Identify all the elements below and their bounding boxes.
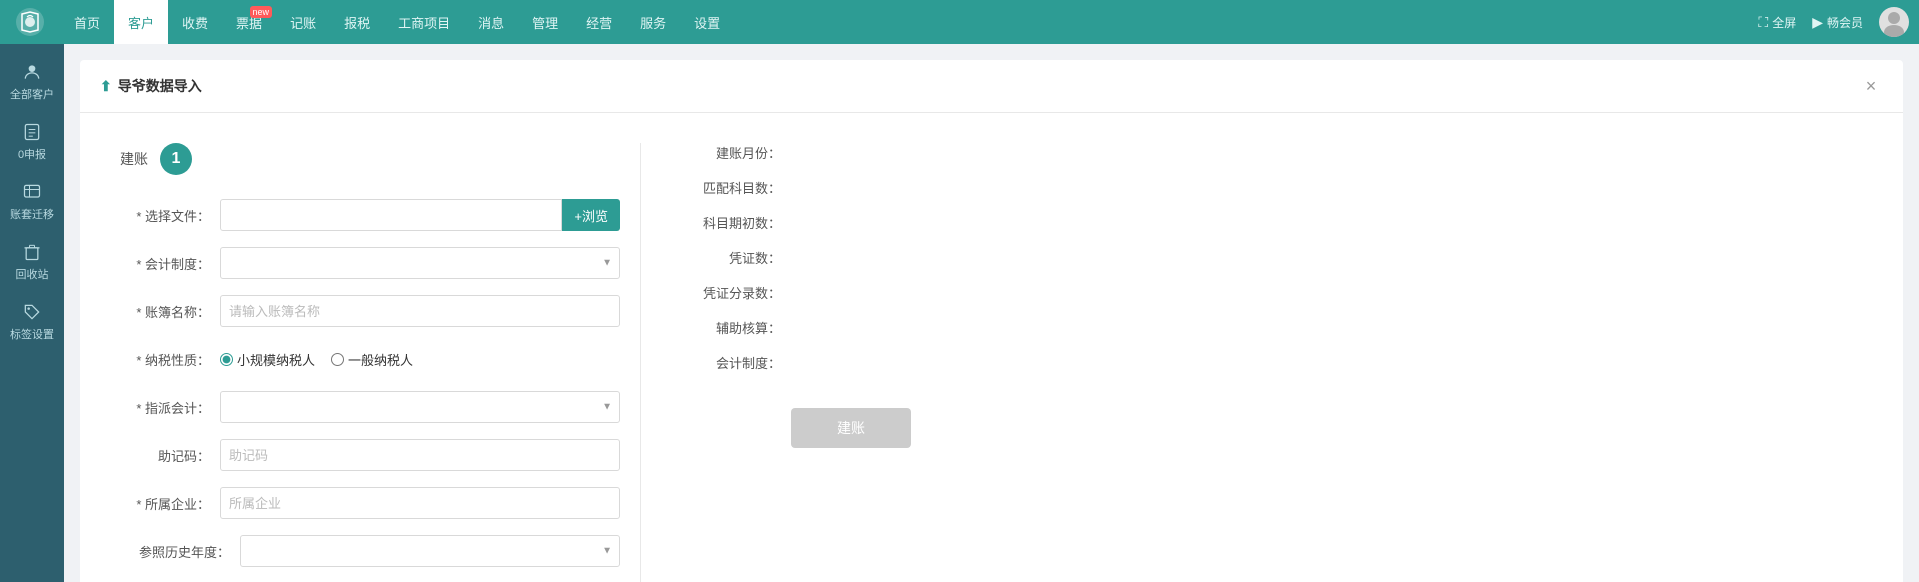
form-right: 建账月份： 匹配科目数： 科目期初数： 凭证数： 凭证分录数： [640,143,1863,582]
nav-home[interactable]: 首页 [60,0,114,44]
file-row: +浏览 [220,199,620,231]
panel-title: ⬆ 导爷数据导入 [100,76,202,96]
nav-business[interactable]: 工商项目 [384,0,464,44]
tax-type-radio-group: 小规模纳税人 一般纳税人 [220,343,413,375]
ledger-name-row: * 账簿名称： [120,295,620,327]
company-input[interactable] [220,487,620,519]
voucher-label: 凭证数： [681,248,781,267]
memo-label: 助记码： [120,446,210,465]
tax-option-small[interactable]: 小规模纳税人 [220,350,315,369]
account-system-row: * 会计制度： ▼ [120,247,620,279]
period-row: 科目期初数： [681,213,1863,232]
company-label: * 所属企业： [120,494,210,513]
match-label: 匹配科目数： [681,178,781,197]
import-icon: ⬆ [100,78,112,95]
ref-year-row: 参照历史年度： ▼ [120,535,620,567]
assign-accountant-select[interactable] [220,391,620,423]
file-label: * 选择文件： [120,206,210,225]
avatar[interactable] [1879,7,1909,37]
form-left: 建账 1 * 选择文件： +浏览 * 会计制度： [120,143,620,582]
build-account-button[interactable]: 建账 [791,408,911,448]
panel-header: ⬆ 导爷数据导入 × [80,60,1903,113]
panel: ⬆ 导爷数据导入 × 建账 1 * 选择文件： +浏览 [80,60,1903,582]
aux-label: 辅助核算： [681,318,781,337]
nav-invoices[interactable]: 票据 new [222,0,276,44]
ref-year-select[interactable] [240,535,620,567]
nav-fees[interactable]: 收费 [168,0,222,44]
ledger-name-label: * 账簿名称： [120,302,210,321]
logo [10,2,50,42]
ledger-name-input[interactable] [220,295,620,327]
file-select-row: * 选择文件： +浏览 [120,199,620,231]
match-row: 匹配科目数： [681,178,1863,197]
browse-button[interactable]: +浏览 [562,199,620,231]
accounting-row: 会计制度： [681,353,1863,372]
voucher-entries-row: 凭证分录数： [681,283,1863,302]
ref-year-label: 参照历史年度： [120,542,230,561]
form-container: 建账 1 * 选择文件： +浏览 * 会计制度： [80,113,1903,582]
tax-type-label: * 纳税性质： [120,350,210,369]
account-system-label: * 会计制度： [120,254,210,273]
tax-option-general[interactable]: 一般纳税人 [331,350,413,369]
nav-messages[interactable]: 消息 [464,0,518,44]
memo-row: 助记码： [120,439,620,471]
nav-tax[interactable]: 报税 [330,0,384,44]
assign-accountant-select-wrapper: ▼ [220,391,620,423]
fullscreen-btn[interactable]: ⛶ 全屏 [1758,14,1796,31]
nav-right: ⛶ 全屏 ▶ 畅会员 [1758,7,1909,37]
main-content: ⬆ 导爷数据导入 × 建账 1 * 选择文件： +浏览 [64,44,1919,582]
new-badge: new [250,6,273,18]
voucher-row: 凭证数： [681,248,1863,267]
month-label: 建账月份： [681,143,781,162]
sidebar: 全部客户 0申报 账套迁移 回收站 标签设置 [0,44,64,582]
close-button[interactable]: × [1859,74,1883,98]
memo-input[interactable] [220,439,620,471]
assign-accountant-row: * 指派会计： ▼ [120,391,620,423]
sidebar-item-tag-settings[interactable]: 标签设置 [2,294,62,350]
ref-year-select-wrapper: ▼ [240,535,620,567]
account-system-select[interactable] [220,247,620,279]
period-label: 科目期初数： [681,213,781,232]
file-input[interactable] [220,199,562,231]
assign-accountant-label: * 指派会计： [120,398,210,417]
step-circle: 1 [160,143,192,175]
tax-type-row: * 纳税性质： 小规模纳税人 一般纳税人 [120,343,620,375]
voucher-entries-label: 凭证分录数： [681,283,781,302]
tax-radio-small[interactable] [220,353,233,366]
vip-btn[interactable]: ▶ 畅会员 [1812,14,1863,31]
accounting-label: 会计制度： [681,353,781,372]
nav-operations[interactable]: 经营 [572,0,626,44]
sidebar-item-zero-declare[interactable]: 0申报 [2,114,62,170]
sidebar-item-account-migrate[interactable]: 账套迁移 [2,174,62,230]
aux-row: 辅助核算： [681,318,1863,337]
month-row: 建账月份： [681,143,1863,162]
sidebar-item-all-clients[interactable]: 全部客户 [2,54,62,110]
step-header: 建账 1 [120,143,192,175]
sidebar-item-recycle[interactable]: 回收站 [2,234,62,290]
step-label: 建账 [120,149,148,169]
top-nav: 首页 客户 收费 票据 new 记账 报税 工商项目 消息 管理 经营 服务 设… [0,0,1919,44]
nav-clients[interactable]: 客户 [114,0,168,44]
account-system-select-wrapper: ▼ [220,247,620,279]
nav-services[interactable]: 服务 [626,0,680,44]
company-row: * 所属企业： [120,487,620,519]
nav-manage[interactable]: 管理 [518,0,572,44]
tax-radio-general[interactable] [331,353,344,366]
nav-settings[interactable]: 设置 [680,0,734,44]
nav-bookkeeping[interactable]: 记账 [276,0,330,44]
